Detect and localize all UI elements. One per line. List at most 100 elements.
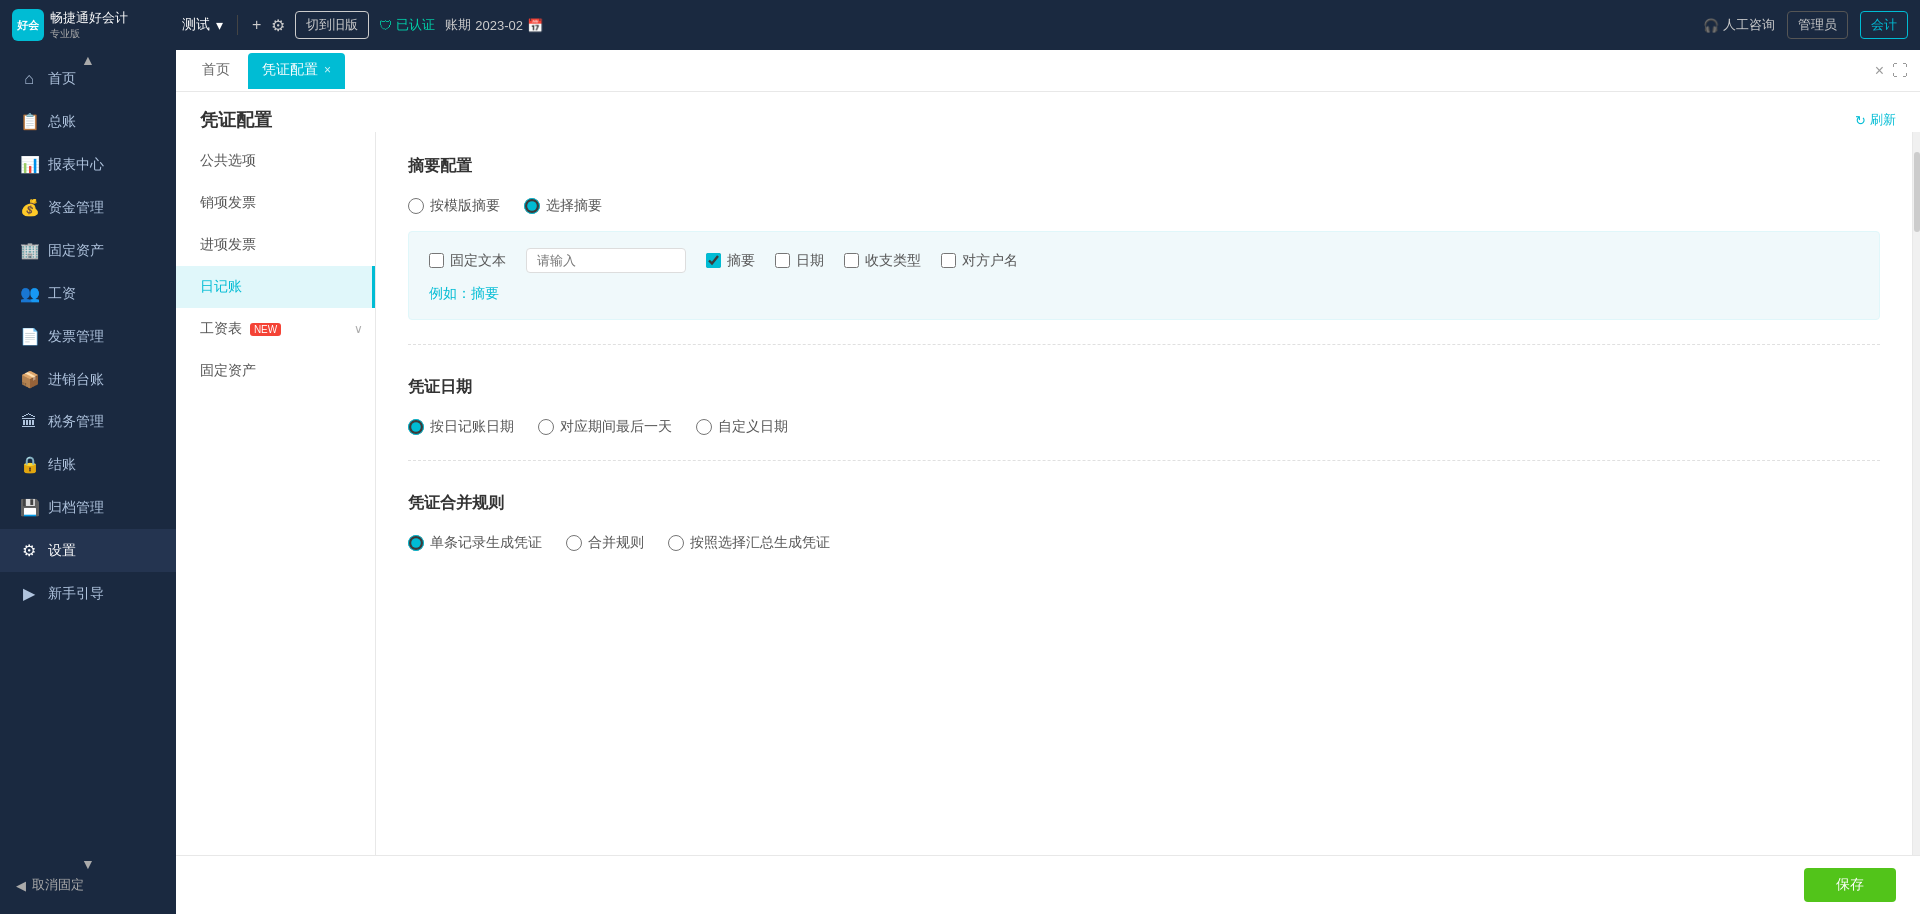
left-nav-item-journal[interactable]: 日记账 <box>176 266 375 308</box>
sidebar-scroll-down[interactable]: ▼ <box>0 854 176 874</box>
left-nav-item-sales-invoice[interactable]: 销项发票 <box>176 182 375 224</box>
counterpart-checkbox[interactable]: 对方户名 <box>941 252 1018 270</box>
summary-radio-select[interactable]: 选择摘要 <box>524 197 602 215</box>
sidebar-item-label: 发票管理 <box>48 328 104 346</box>
tax-icon: 🏛 <box>20 413 38 431</box>
consult-button[interactable]: 🎧 人工咨询 <box>1703 16 1775 34</box>
sidebar-item-guide[interactable]: ▶ 新手引导 <box>0 572 176 615</box>
merge-radio-merge[interactable]: 合并规则 <box>566 534 644 552</box>
sidebar-item-capital[interactable]: 💰 资金管理 <box>0 186 176 229</box>
left-nav-item-payroll-table[interactable]: 工资表 NEW ∨ <box>176 308 375 350</box>
sidebar-item-ledger[interactable]: 📋 总账 <box>0 100 176 143</box>
left-nav-item-purchase-invoice[interactable]: 进项发票 <box>176 224 375 266</box>
bottom-bar: 保存 <box>176 855 1920 914</box>
invoice-icon: 📄 <box>20 327 38 346</box>
summary-section: 摘要配置 按模版摘要 选择摘要 <box>408 156 1880 345</box>
sidebar-scroll-up[interactable]: ▲ <box>0 50 176 70</box>
capital-icon: 💰 <box>20 198 38 217</box>
merge-radio-single-input[interactable] <box>408 535 424 551</box>
window-expand-button[interactable]: ⛶ <box>1892 62 1908 80</box>
config-area: 摘要配置 按模版摘要 选择摘要 <box>376 132 1912 855</box>
fixed-text-input[interactable] <box>526 248 686 273</box>
summary-radio-template[interactable]: 按模版摘要 <box>408 197 500 215</box>
inner-layout: 公共选项 销项发票 进项发票 日记账 工资表 NEW ∨ <box>176 132 1920 855</box>
add-button[interactable]: + <box>252 16 261 34</box>
date-section: 凭证日期 按日记账日期 对应期间最后一天 <box>408 377 1880 461</box>
logo-icon: 好会 <box>12 9 44 41</box>
tab-close-icon[interactable]: × <box>324 63 331 77</box>
sidebar-nav: ⌂ 首页 📋 总账 📊 报表中心 💰 资金管理 🏢 固定资产 👥 工资 <box>0 50 176 855</box>
page-header: 凭证配置 ↻ 刷新 <box>176 92 1920 132</box>
date-checkbox-input[interactable] <box>775 253 790 268</box>
calendar-icon[interactable]: 📅 <box>527 18 543 33</box>
tab-home[interactable]: 首页 <box>188 53 244 89</box>
tab-voucher-config[interactable]: 凭证配置 × <box>248 53 345 89</box>
summary-radio-group: 按模版摘要 选择摘要 <box>408 197 1880 215</box>
sidebar-item-payroll[interactable]: 👥 工资 <box>0 272 176 315</box>
left-nav-label: 进项发票 <box>200 236 256 252</box>
counterpart-checkbox-input[interactable] <box>941 253 956 268</box>
merge-radio-single[interactable]: 单条记录生成凭证 <box>408 534 542 552</box>
sidebar-item-sales[interactable]: 📦 进销台账 <box>0 358 176 401</box>
summary-select-label: 选择摘要 <box>546 197 602 215</box>
tab-bar: 首页 凭证配置 × × ⛶ <box>176 50 1920 92</box>
sidebar-item-assets[interactable]: 🏢 固定资产 <box>0 229 176 272</box>
page-title: 凭证配置 <box>200 108 272 132</box>
date-radio-journal-input[interactable] <box>408 419 424 435</box>
summary-label: 摘要 <box>727 252 755 270</box>
accountant-button[interactable]: 会计 <box>1860 11 1908 39</box>
summary-checkbox-input[interactable] <box>706 253 721 268</box>
logo-main: 畅捷通好会计 <box>50 10 128 27</box>
sidebar-item-label: 总账 <box>48 113 76 131</box>
window-close-button[interactable]: × <box>1875 62 1884 80</box>
income-type-checkbox-input[interactable] <box>844 253 859 268</box>
date-journal-label: 按日记账日期 <box>430 418 514 436</box>
sidebar-item-invoice[interactable]: 📄 发票管理 <box>0 315 176 358</box>
merge-radio-select-merge-input[interactable] <box>668 535 684 551</box>
sidebar-item-label: 设置 <box>48 542 76 560</box>
date-radio-custom-input[interactable] <box>696 419 712 435</box>
sidebar-item-close[interactable]: 🔒 结账 <box>0 443 176 486</box>
merge-radio-merge-input[interactable] <box>566 535 582 551</box>
logo: 好会 畅捷通好会计 专业版 <box>12 9 172 41</box>
dropdown-icon: ▾ <box>216 17 223 33</box>
date-checkbox[interactable]: 日期 <box>775 252 824 270</box>
switch-old-version-button[interactable]: 切到旧版 <box>295 11 369 39</box>
project-selector[interactable]: 测试 ▾ <box>182 16 223 34</box>
date-radio-journal[interactable]: 按日记账日期 <box>408 418 514 436</box>
counterpart-label: 对方户名 <box>962 252 1018 270</box>
tab-voucher-config-label: 凭证配置 <box>262 61 318 79</box>
sidebar-item-tax[interactable]: 🏛 税务管理 <box>0 401 176 443</box>
refresh-button[interactable]: ↻ 刷新 <box>1855 111 1896 129</box>
sidebar-item-archive[interactable]: 💾 归档管理 <box>0 486 176 529</box>
tab-home-label: 首页 <box>202 61 230 79</box>
summary-radio-select-input[interactable] <box>524 198 540 214</box>
settings-icon-button[interactable]: ⚙ <box>271 16 285 35</box>
date-radio-custom[interactable]: 自定义日期 <box>696 418 788 436</box>
payroll-icon: 👥 <box>20 284 38 303</box>
fixed-text-checkbox-input[interactable] <box>429 253 444 268</box>
right-scrollbar[interactable] <box>1912 132 1920 855</box>
merge-radio-select-merge[interactable]: 按照选择汇总生成凭证 <box>668 534 830 552</box>
left-nav-item-fixed-assets[interactable]: 固定资产 <box>176 350 375 392</box>
example-row: 例如：摘要 <box>429 285 1859 303</box>
sidebar-item-label: 结账 <box>48 456 76 474</box>
user-button[interactable]: 管理员 <box>1787 11 1848 39</box>
tab-bar-right: × ⛶ <box>1875 62 1908 80</box>
sales-icon: 📦 <box>20 370 38 389</box>
topbar-right: 🎧 人工咨询 管理员 会计 <box>1703 11 1908 39</box>
fixed-text-checkbox[interactable]: 固定文本 <box>429 252 506 270</box>
right-scrollbar-thumb <box>1914 152 1920 232</box>
summary-radio-template-input[interactable] <box>408 198 424 214</box>
summary-checkbox[interactable]: 摘要 <box>706 252 755 270</box>
left-nav-item-public[interactable]: 公共选项 <box>176 140 375 182</box>
date-radio-period-last-input[interactable] <box>538 419 554 435</box>
sidebar-item-settings[interactable]: ⚙ 设置 <box>0 529 176 572</box>
logo-text: 畅捷通好会计 专业版 <box>50 10 128 40</box>
date-radio-period-last[interactable]: 对应期间最后一天 <box>538 418 672 436</box>
sidebar-item-label: 资金管理 <box>48 199 104 217</box>
sidebar-item-reports[interactable]: 📊 报表中心 <box>0 143 176 186</box>
income-type-checkbox[interactable]: 收支类型 <box>844 252 921 270</box>
refresh-icon: ↻ <box>1855 113 1866 128</box>
save-button[interactable]: 保存 <box>1804 868 1896 902</box>
